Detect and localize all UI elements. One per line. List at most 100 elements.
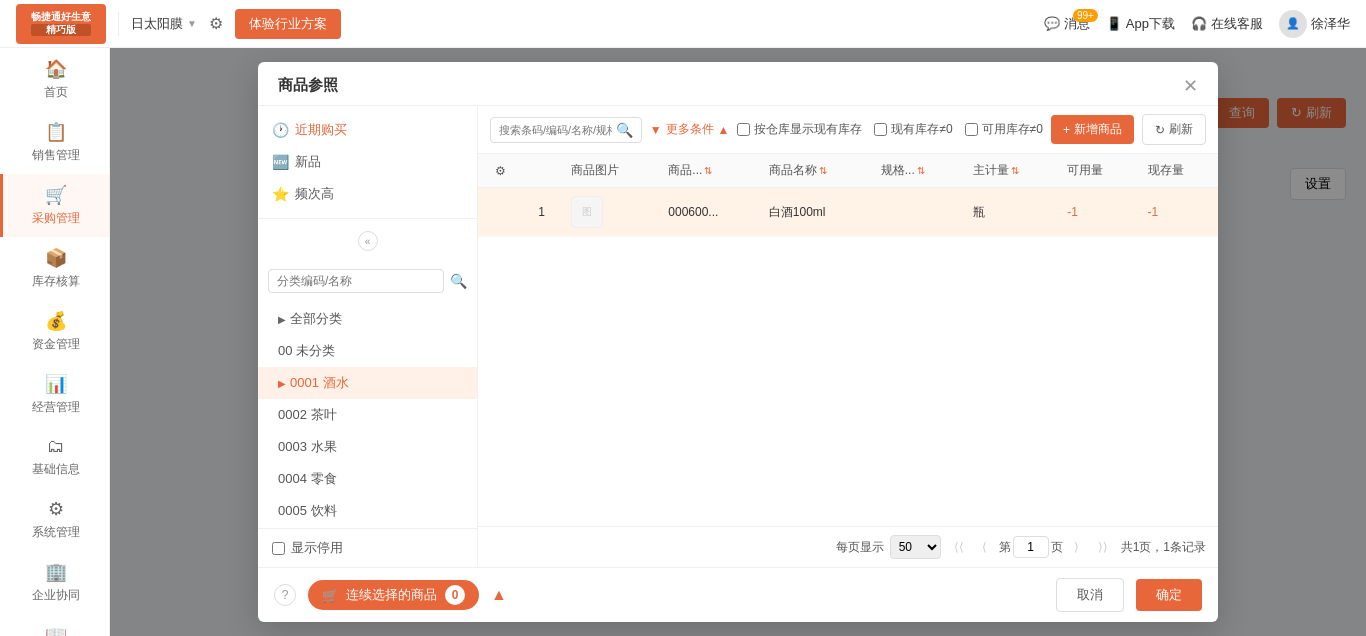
sidebar-item-operations[interactable]: 📊经营管理: [0, 363, 109, 426]
settings-icon[interactable]: ⚙: [209, 14, 223, 33]
recent-icon: 🕐: [272, 122, 289, 138]
sidebar-item-inventory[interactable]: 📦 库存核算: [0, 237, 109, 300]
tab-new[interactable]: 🆕 新品: [258, 146, 477, 178]
product-search-box[interactable]: 🔍: [490, 117, 642, 143]
service-btn[interactable]: 🎧 在线客服: [1191, 15, 1263, 33]
modal-close-button[interactable]: ✕: [1183, 77, 1198, 95]
category-item-0002[interactable]: 0002 茶叶: [258, 399, 477, 431]
user-name: 徐泽华: [1311, 15, 1350, 33]
message-icon: 💬: [1044, 16, 1060, 31]
footer-collapse-icon[interactable]: ▲: [491, 586, 507, 604]
category-search-input[interactable]: [268, 269, 444, 293]
show-disabled-checkbox[interactable]: [272, 542, 285, 555]
all-category-label: 全部分类: [290, 310, 342, 328]
sidebar-item-enterprise[interactable]: 🏢企业协同: [0, 551, 109, 614]
sidebar-label-operations: 经营管理: [32, 399, 80, 416]
th-spec[interactable]: 规格... ⇅: [871, 154, 963, 188]
cat-0001-arrow: ▶: [278, 378, 286, 389]
first-page-btn[interactable]: ⟨⟨: [947, 535, 971, 559]
product-search-icon[interactable]: 🔍: [616, 122, 633, 138]
guide-icon: 📖: [45, 624, 67, 636]
sidebar-label-sales: 销售管理: [32, 147, 80, 164]
more-filters-btn[interactable]: ▼ 更多条件 ▲: [650, 121, 730, 138]
user-menu[interactable]: 👤 徐泽华: [1279, 10, 1350, 38]
cat-0004-label: 0004 零食: [278, 470, 337, 488]
th-name[interactable]: 商品名称 ⇅: [759, 154, 871, 188]
category-item-0005[interactable]: 0005 饮料: [258, 495, 477, 527]
sidebar-item-sales[interactable]: 📋销售管理: [0, 111, 109, 174]
service-label: 在线客服: [1211, 15, 1263, 33]
last-page-btn[interactable]: ⟩⟩: [1091, 535, 1115, 559]
system-icon: ⚙: [48, 498, 64, 520]
product-search-input[interactable]: [499, 124, 612, 136]
add-product-button[interactable]: + 新增商品: [1051, 115, 1134, 144]
category-item-0004[interactable]: 0004 零食: [258, 463, 477, 495]
cat-00-label: 00 未分类: [278, 342, 335, 360]
category-search-icon[interactable]: 🔍: [450, 273, 467, 289]
th-settings[interactable]: ⚙: [478, 154, 522, 188]
collapse-left-btn[interactable]: «: [358, 231, 378, 251]
sidebar-item-system[interactable]: ⚙系统管理: [0, 488, 109, 551]
tab-new-label: 新品: [295, 153, 321, 171]
checkbox-available-input[interactable]: [965, 123, 978, 136]
cat-0002-label: 0002 茶叶: [278, 406, 337, 424]
checkbox-available-nonzero[interactable]: 可用库存≠0: [965, 121, 1043, 138]
next-page-btn[interactable]: ⟩: [1065, 535, 1089, 559]
product-table: ⚙ 商品图片 商品... ⇅: [478, 154, 1218, 237]
category-item-0001[interactable]: ▶ 0001 酒水: [258, 367, 477, 399]
trial-button[interactable]: 体验行业方案: [235, 9, 341, 39]
sidebar-item-purchase[interactable]: 🛒采购管理: [0, 174, 109, 237]
category-item-00[interactable]: 00 未分类: [258, 335, 477, 367]
modal-header: 商品参照 ✕: [258, 62, 1218, 106]
tab-frequent[interactable]: ⭐ 频次高: [258, 178, 477, 210]
frequent-icon: ⭐: [272, 186, 289, 202]
category-list: ▶ 全部分类 00 未分类 ▶ 0001 酒水 0002 茶: [258, 299, 477, 528]
filter-label: 更多条件: [666, 121, 714, 138]
confirm-button[interactable]: 确定: [1136, 579, 1202, 611]
th-num: [522, 154, 560, 188]
row-available: -1: [1057, 188, 1137, 237]
row-code: 000600...: [658, 188, 759, 237]
sidebar-item-home[interactable]: 🏠首页: [0, 48, 109, 111]
cat-0003-label: 0003 水果: [278, 438, 337, 456]
th-code[interactable]: 商品... ⇅: [658, 154, 759, 188]
cat-0001-label: 0001 酒水: [290, 374, 349, 392]
purchase-icon: 🛒: [45, 184, 67, 206]
app-download-btn[interactable]: 📱 App下载: [1106, 15, 1175, 33]
sidebar-item-basic[interactable]: 🗂基础信息: [0, 426, 109, 488]
checkbox-stock-input[interactable]: [874, 123, 887, 136]
page-size-dropdown[interactable]: 50 100 200: [890, 535, 941, 559]
inventory-icon: 📦: [45, 247, 67, 269]
category-item-0003[interactable]: 0003 水果: [258, 431, 477, 463]
refresh-button[interactable]: ↻ 刷新: [1142, 114, 1206, 145]
row-spec: [871, 188, 963, 237]
tab-recent[interactable]: 🕐 近期购买: [258, 114, 477, 146]
topbar-actions: ⚙ 体验行业方案: [209, 9, 341, 39]
continuous-select-btn[interactable]: 🛒 连续选择的商品 0: [308, 580, 479, 610]
page-label-post: 页: [1051, 539, 1063, 556]
messages-btn[interactable]: 💬 消息 99+: [1044, 15, 1090, 33]
sidebar-item-finance[interactable]: 💰资金管理: [0, 300, 109, 363]
checkbox-stock-nonzero[interactable]: 现有库存≠0: [874, 121, 952, 138]
sidebar-label-enterprise: 企业协同: [32, 587, 80, 604]
cancel-button[interactable]: 取消: [1056, 578, 1124, 612]
show-disabled-label: 显示停用: [291, 539, 343, 557]
sidebar-item-guide[interactable]: 📖新手引导: [0, 614, 109, 636]
table-row[interactable]: 1 图 000600... 白酒100ml: [478, 188, 1218, 237]
sidebar-label-inventory: 库存核算: [32, 273, 80, 290]
checkbox-warehouse[interactable]: 按仓库显示现有库存: [737, 121, 862, 138]
th-available: 可用量: [1057, 154, 1137, 188]
page-size-select[interactable]: 50 100 200: [890, 535, 941, 559]
checkbox-warehouse-input[interactable]: [737, 123, 750, 136]
current-page-input[interactable]: [1013, 536, 1049, 558]
modal-body: 🕐 近期购买 🆕 新品 ⭐ 频次高: [258, 106, 1218, 567]
display-stop-row: 显示停用: [258, 528, 477, 567]
row-num: 1: [522, 188, 560, 237]
tab-recent-label: 近期购买: [295, 121, 347, 139]
app-logo: 畅捷通好生意 精巧版: [16, 4, 106, 44]
store-selector[interactable]: 日太阳膜 ▼: [131, 15, 197, 33]
th-unit[interactable]: 主计量 ⇅: [963, 154, 1058, 188]
category-item-all[interactable]: ▶ 全部分类: [258, 303, 477, 335]
prev-page-btn[interactable]: ⟨: [973, 535, 997, 559]
help-button[interactable]: ?: [274, 584, 296, 606]
